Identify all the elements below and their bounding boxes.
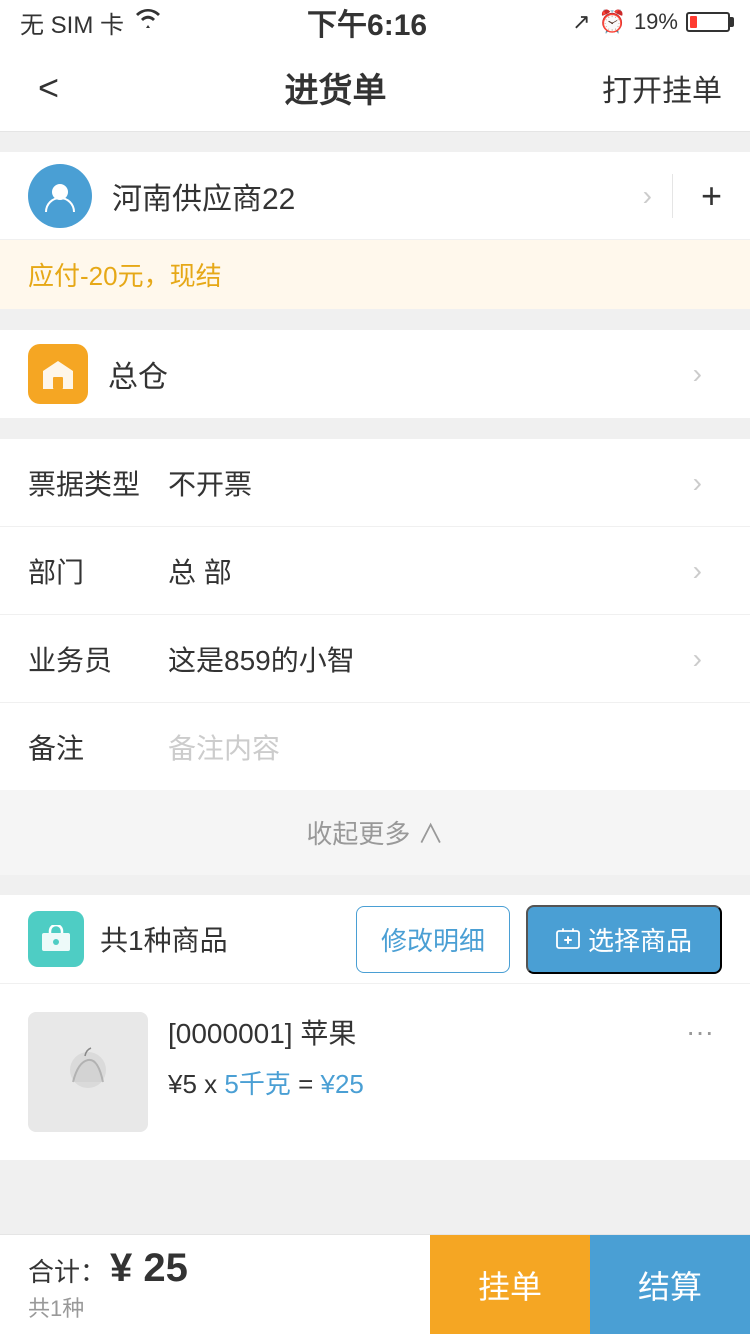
carrier-text: 无 SIM 卡 [20,5,124,40]
salesman-row[interactable]: 业务员 这是859的小智 › [0,614,750,702]
section-divider-3 [0,418,750,438]
warehouse-name: 总仓 [108,352,693,396]
notice-banner: 应付-20元，现结 [0,240,750,310]
product-name: [0000001] 苹果 [168,1012,658,1052]
department-chevron-icon: › [693,555,702,587]
form-section: 票据类型 不开票 › 部门 总 部 › 业务员 这是859的小智 › 备注 备注… [0,438,750,790]
checkout-button[interactable]: 结算 [590,1235,750,1334]
location-icon: ↗ [572,9,590,35]
product-total: ¥25 [321,1069,364,1099]
supplier-section: 河南供应商22 › + 应付-20元，现结 [0,152,750,310]
invoice-type-chevron-icon: › [693,467,702,499]
warehouse-row[interactable]: 总仓 › [0,330,750,418]
total-amount: ¥ 25 [110,1246,188,1291]
section-divider-1 [0,132,750,152]
bottom-bar: 合计： ¥ 25 共1种 挂单 结算 [0,1234,750,1334]
vertical-divider [672,174,673,218]
notice-text: 应付-20元，现结 [28,261,222,291]
supplier-name: 河南供应商22 [112,174,643,218]
remark-row[interactable]: 备注 备注内容 [0,702,750,790]
edit-detail-button[interactable]: 修改明细 [356,906,510,973]
warehouse-icon [28,344,88,404]
section-divider-4 [0,875,750,895]
status-time: 下午6:16 [307,0,427,44]
battery-percent: 19% [634,9,678,35]
product-info: [0000001] 苹果 ¥5 x 5千克 = ¥25 [168,1012,658,1101]
alarm-icon: ⏰ [599,9,626,35]
total-count: 共1种 [28,1291,402,1323]
product-more-button[interactable]: ··· [678,1012,722,1052]
salesman-value: 这是859的小智 [168,639,693,679]
page-title: 进货单 [285,63,387,112]
back-button[interactable]: < [28,57,69,119]
open-pending-button[interactable]: 打开挂单 [602,66,722,110]
department-label: 部门 [28,551,168,591]
products-icon [28,911,84,967]
remark-label: 备注 [28,727,168,767]
department-row[interactable]: 部门 总 部 › [0,526,750,614]
hang-order-button[interactable]: 挂单 [430,1235,590,1334]
products-header: 共1种商品 修改明细 选择商品 [0,895,750,983]
nav-bar: < 进货单 打开挂单 [0,44,750,132]
product-multiply: x [204,1069,224,1099]
department-value: 总 部 [168,551,693,591]
status-left: 无 SIM 卡 [20,5,162,40]
product-quantity: 5千克 [224,1069,290,1099]
status-bar: 无 SIM 卡 下午6:16 ↗ ⏰ 19% [0,0,750,44]
select-product-label: 选择商品 [588,921,692,958]
collapse-label: 收起更多 ∧ [306,819,443,849]
product-price: ¥5 x 5千克 = ¥25 [168,1064,658,1101]
wifi-icon [134,8,162,36]
warehouse-section: 总仓 › [0,330,750,418]
salesman-chevron-icon: › [693,643,702,675]
product-equals: = [298,1069,320,1099]
add-supplier-button[interactable]: + [701,175,722,217]
supplier-chevron-icon: › [643,180,652,212]
product-code: [0000001] [168,1018,293,1049]
products-count: 共1种商品 [100,919,340,959]
warehouse-chevron-icon: › [693,358,702,390]
total-section: 合计： ¥ 25 共1种 [0,1246,430,1323]
remark-placeholder: 备注内容 [168,727,722,767]
product-unit-price: ¥5 [168,1069,197,1099]
select-product-button[interactable]: 选择商品 [526,905,722,974]
supplier-avatar [28,164,92,228]
battery-icon [686,12,730,32]
product-item: [0000001] 苹果 ¥5 x 5千克 = ¥25 ··· [0,983,750,1160]
salesman-label: 业务员 [28,639,168,679]
section-divider-2 [0,310,750,330]
invoice-type-value: 不开票 [168,463,693,503]
product-title: 苹果 [300,1018,356,1049]
total-label: 合计： [28,1252,106,1289]
product-thumbnail [28,1012,148,1132]
supplier-row[interactable]: 河南供应商22 › + [0,152,750,240]
invoice-type-label: 票据类型 [28,463,168,503]
collapse-button[interactable]: 收起更多 ∧ [0,790,750,875]
status-right: ↗ ⏰ 19% [572,9,730,35]
invoice-type-row[interactable]: 票据类型 不开票 › [0,438,750,526]
